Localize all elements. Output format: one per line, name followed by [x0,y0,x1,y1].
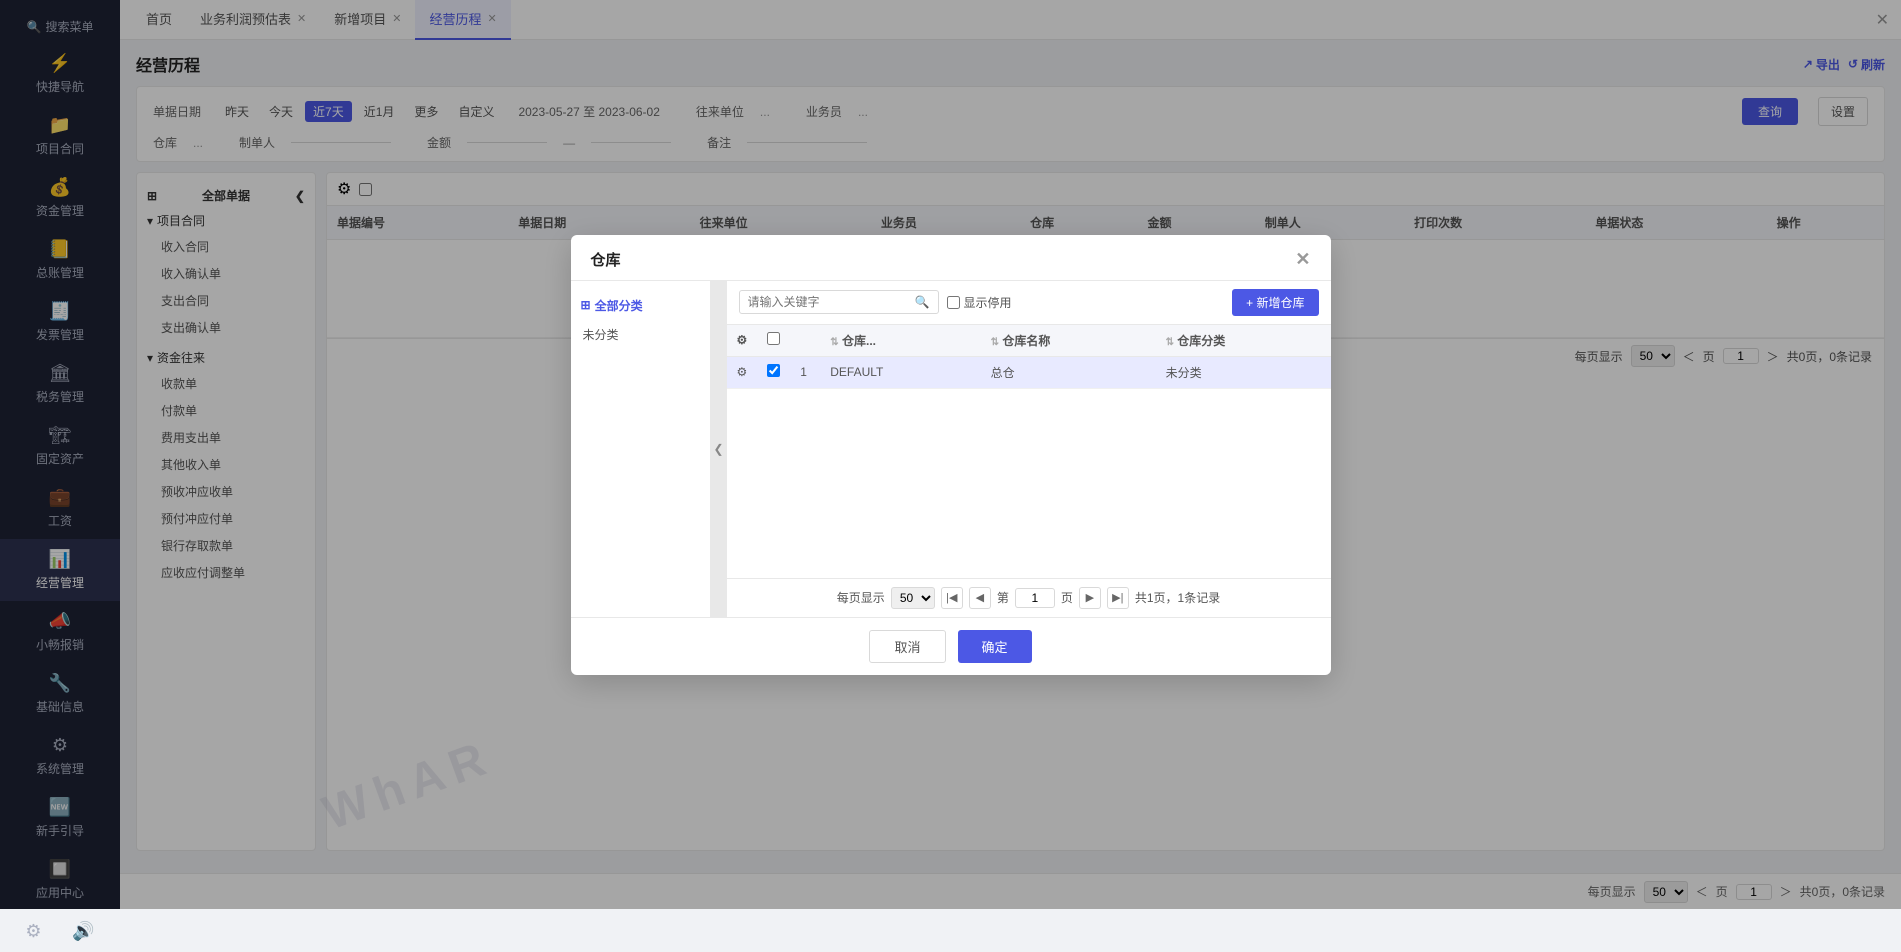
volume-icon[interactable]: 🔊 [72,921,94,942]
add-warehouse-button[interactable]: + 新增仓库 [1232,289,1318,316]
modal-table-row[interactable]: ⚙ 1 DEFAULT 总仓 未分类 [727,356,1331,388]
show-disabled-label: 显示停用 [964,294,1012,311]
sidebar-bottom: ⚙ 🔊 [0,911,120,952]
modal-page-suffix: 页 [1061,589,1073,606]
row-name: 总仓 [981,356,1156,388]
modal-last-page-btn[interactable]: ▶| [1107,587,1129,609]
modal-category-unclassified[interactable]: 未分类 [571,320,710,349]
gear-icon[interactable]: ⚙ [737,333,748,347]
row-setting: ⚙ [727,356,758,388]
modal-overlay: 仓库 ✕ ⊞ 全部分类 未分类 ❮ [0,0,1901,909]
modal-col-category: ⇅ 仓库分类 [1156,325,1331,357]
modal-toolbar: 🔍 显示停用 + 新增仓库 [727,281,1331,325]
modal-search-icon[interactable]: 🔍 [915,295,930,309]
modal-col-category-label: 仓库分类 [1177,334,1225,348]
modal-next-page-btn[interactable]: ▶ [1079,587,1101,609]
modal-all-category[interactable]: ⊞ 全部分类 [571,291,710,320]
row-category: 未分类 [1156,356,1331,388]
modal-footer: 取消 确定 [571,617,1331,675]
row-index: 1 [790,356,820,388]
modal-col-code-label: 仓库... [842,334,876,348]
modal-header: 仓库 ✕ [571,235,1331,281]
modal-pagination: 每页显示 50 |◀ ◀ 第 页 ▶ ▶| 共1页，1条记录 [727,578,1331,617]
modal-category-nav: ⊞ 全部分类 未分类 [571,281,711,617]
modal-title: 仓库 [591,249,621,270]
all-category-label: 全部分类 [595,297,643,314]
modal-body: ⊞ 全部分类 未分类 ❮ 🔍 显示停用 [571,281,1331,617]
modal-per-page-label: 每页显示 [837,589,885,606]
modal-col-name-label: 仓库名称 [1002,334,1050,348]
modal-col-index [790,325,820,357]
modal-per-page-select[interactable]: 50 [891,587,935,609]
modal-right: 🔍 显示停用 + 新增仓库 ⚙ [727,281,1331,617]
modal-close-button[interactable]: ✕ [1295,249,1310,270]
row-select-checkbox[interactable] [767,364,780,377]
modal-col-name: ⇅ 仓库名称 [981,325,1156,357]
modal-select-all[interactable] [767,332,780,345]
modal-first-page-btn[interactable]: |◀ [941,587,963,609]
modal-search-box: 🔍 [739,290,939,314]
warehouse-modal: 仓库 ✕ ⊞ 全部分类 未分类 ❮ [571,235,1331,675]
show-disabled-checkbox-label: 显示停用 [947,294,1012,311]
modal-page-input[interactable] [1015,588,1055,608]
modal-total-label: 共1页，1条记录 [1135,589,1220,606]
show-disabled-checkbox[interactable] [947,296,960,309]
modal-collapse-btn[interactable]: ❮ [711,281,727,617]
modal-cancel-button[interactable]: 取消 [869,630,945,663]
collapse-left-icon: ❮ [713,442,723,456]
settings-icon[interactable]: ⚙ [25,921,41,942]
modal-search-input[interactable] [748,295,911,309]
grid-icon2: ⊞ [581,298,591,312]
modal-page-prefix: 第 [997,589,1009,606]
modal-col-code: ⇅ 仓库... [820,325,980,357]
modal-col-setting: ⚙ [727,325,758,357]
modal-table: ⚙ ⇅ 仓库... ⇅ 仓库名称 [727,325,1331,389]
row-gear-icon[interactable]: ⚙ [737,365,748,379]
modal-table-wrap: ⚙ ⇅ 仓库... ⇅ 仓库名称 [727,325,1331,578]
modal-col-checkbox [757,325,790,357]
row-code: DEFAULT [820,356,980,388]
modal-confirm-button[interactable]: 确定 [958,630,1032,663]
modal-prev-page-btn[interactable]: ◀ [969,587,991,609]
row-checkbox [757,356,790,388]
